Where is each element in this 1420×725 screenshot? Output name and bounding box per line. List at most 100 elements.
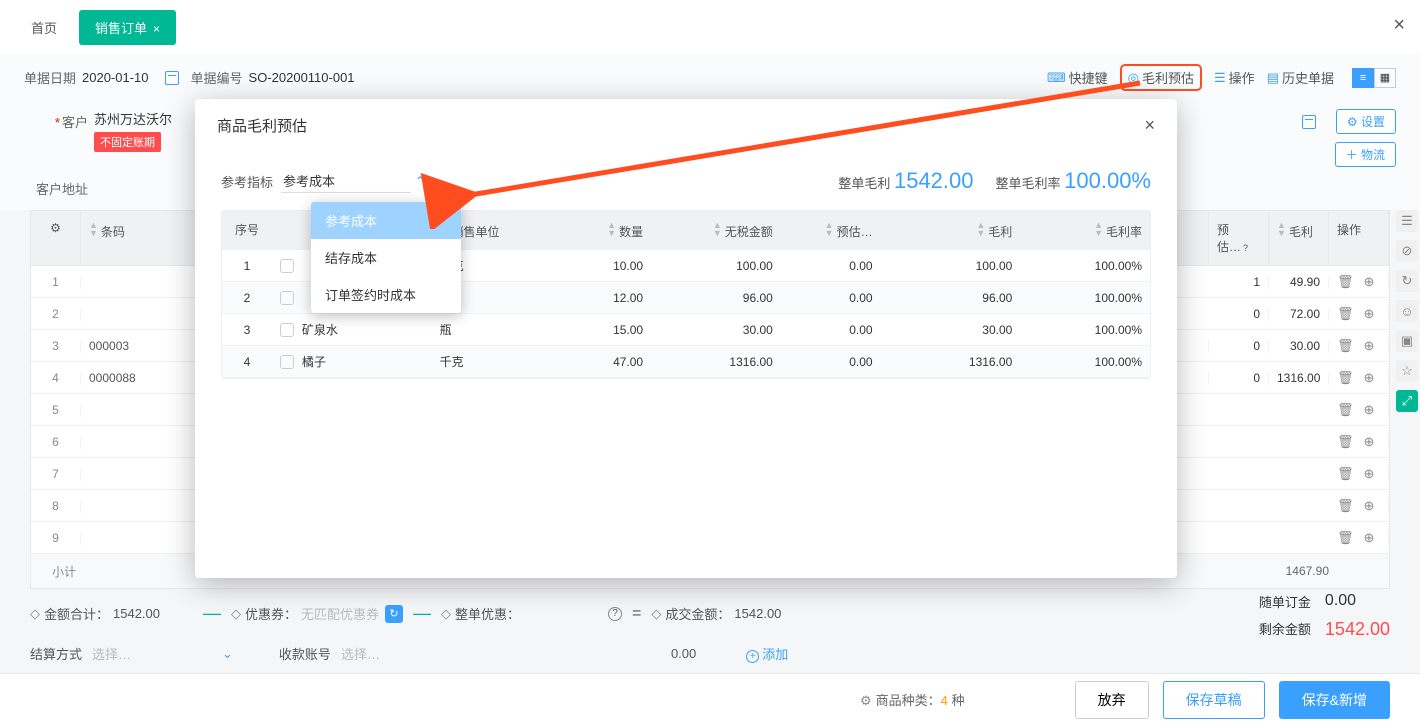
shortcut-link[interactable]: ⌨快捷键 (1047, 68, 1108, 87)
account-select[interactable]: 选择… (341, 644, 461, 663)
account-period-badge: 不固定账期 (94, 132, 161, 152)
side-tool-note-icon[interactable]: ☰ (1396, 210, 1418, 232)
refresh-icon[interactable]: ↻ (385, 605, 403, 623)
save-draft-button[interactable]: 保存草稿 (1163, 681, 1265, 719)
row-checkbox[interactable] (280, 291, 294, 305)
th-amount[interactable]: ▲▼无税金额 (651, 211, 781, 250)
side-tool-refresh-icon[interactable]: ↻ (1396, 270, 1418, 292)
deal-label: 成交金额： (665, 604, 730, 623)
copy-icon[interactable]: ⊕ (1364, 306, 1375, 322)
close-icon[interactable]: × (1144, 115, 1155, 136)
date-value[interactable]: 2020-01-10 (82, 70, 149, 85)
customer-label: *客户 (24, 109, 94, 131)
th-est[interactable]: ▲▼预估… (781, 211, 881, 250)
calendar-icon[interactable] (1302, 115, 1316, 129)
docno-value: SO-20200110-001 (249, 70, 355, 85)
close-icon[interactable]: × (1393, 14, 1405, 37)
ref-indicator-label: 参考指标 (221, 172, 273, 191)
settings-button[interactable]: ⚙ 设置 (1336, 109, 1396, 134)
coupon-label: 优惠券： (245, 604, 297, 623)
row-checkbox[interactable] (280, 323, 294, 337)
settle-method-select[interactable]: 选择… (92, 644, 212, 663)
total-rate-value: 100.00% (1064, 168, 1151, 193)
view-toggle[interactable]: ≡▦ (1352, 68, 1396, 88)
calendar-icon[interactable] (165, 71, 179, 85)
whole-disc-label: 整单优惠： (455, 604, 520, 623)
copy-icon[interactable]: ⊕ (1364, 402, 1375, 418)
profit-estimate-link[interactable]: ◎毛利预估 (1120, 64, 1202, 91)
account-label: 收款账号 (279, 644, 331, 663)
delete-icon[interactable]: 🗑 (1337, 434, 1354, 450)
logistics-button[interactable]: ＋ 物流 (1335, 142, 1396, 167)
dropdown-option[interactable]: 结存成本 (311, 239, 461, 276)
delete-icon[interactable]: 🗑 (1337, 370, 1354, 386)
side-tool-box-icon[interactable]: ▣ (1396, 330, 1418, 352)
total-value: 1542.00 (113, 606, 193, 621)
total-label: 金额合计： (44, 604, 109, 623)
side-tool-expand-icon[interactable]: ⤢ (1396, 390, 1418, 412)
th-profit[interactable]: ▲▼毛利 (1269, 211, 1329, 265)
side-tool-link-icon[interactable]: ⊘ (1396, 240, 1418, 262)
th-est[interactable]: 预估…? (1209, 211, 1269, 265)
th-gear[interactable]: ⚙ (31, 211, 81, 265)
top-tab-bar: 首页 销售订单 × × (0, 0, 1420, 54)
settle-amount[interactable]: 0.00 (671, 646, 696, 661)
th-gp[interactable]: ▲▼毛利 (881, 211, 1021, 250)
profit-row: 3 矿泉水 瓶 15.00 30.00 0.00 30.00 100.00% (222, 314, 1150, 346)
delete-icon[interactable]: 🗑 (1337, 306, 1354, 322)
side-tool-user-icon[interactable]: ☺ (1396, 300, 1418, 322)
equals-icon: = (632, 605, 641, 623)
customer-field[interactable]: 苏州万达沃尔 (94, 109, 172, 128)
delete-icon[interactable]: 🗑 (1337, 274, 1354, 290)
save-new-button[interactable]: 保存&新增 (1279, 681, 1390, 719)
coupon-field[interactable]: 无匹配优惠券 (301, 604, 381, 623)
docno-label: 单据编号 (191, 68, 243, 87)
th-ops: 操作 (1329, 211, 1389, 265)
delete-icon[interactable]: 🗑 (1337, 338, 1354, 354)
copy-icon[interactable]: ⊕ (1364, 530, 1375, 546)
copy-icon[interactable]: ⊕ (1364, 434, 1375, 450)
deposit-value: 0.00 (1325, 592, 1356, 611)
list-view-icon: ≡ (1352, 68, 1374, 88)
row-checkbox[interactable] (280, 259, 294, 273)
help-icon[interactable]: ? (608, 607, 622, 621)
discard-button[interactable]: 放弃 (1075, 681, 1149, 719)
ref-indicator-select[interactable] (281, 169, 411, 193)
copy-icon[interactable]: ⊕ (1364, 338, 1375, 354)
th-gpr[interactable]: ▲▼毛利率 (1020, 211, 1150, 250)
tab-sales-order[interactable]: 销售订单 × (79, 10, 176, 45)
add-settlement-link[interactable]: +添加 (746, 644, 788, 663)
total-gp-label: 整单毛利 (838, 176, 890, 191)
th-seq[interactable]: 序号 (222, 211, 272, 250)
history-link[interactable]: ▤历史单据 (1267, 68, 1334, 87)
modal-title: 商品毛利预估 (217, 115, 307, 136)
profit-row: 4 橘子 千克 47.00 1316.00 0.00 1316.00 100.0… (222, 346, 1150, 378)
deal-value: 1542.00 (734, 606, 814, 621)
copy-icon[interactable]: ⊕ (1364, 274, 1375, 290)
dropdown-option[interactable]: 参考成本 (311, 202, 461, 239)
copy-icon[interactable]: ⊕ (1364, 466, 1375, 482)
tab-home[interactable]: 首页 (15, 10, 73, 45)
chevron-down-icon[interactable]: ⌄ (222, 646, 233, 662)
minus-icon: — (413, 603, 431, 624)
copy-icon[interactable]: ⊕ (1364, 370, 1375, 386)
row-checkbox[interactable] (280, 355, 294, 369)
operate-link[interactable]: ☰操作 (1214, 68, 1255, 87)
close-icon[interactable]: × (153, 22, 160, 36)
copy-icon[interactable]: ⊕ (1364, 498, 1375, 514)
dropdown-option[interactable]: 订单签约时成本 (311, 276, 461, 313)
delete-icon[interactable]: 🗑 (1337, 402, 1354, 418)
summary-bar: ◇金额合计：1542.00 — ◇优惠券：无匹配优惠券↻ — ◇整单优惠：? =… (0, 589, 1420, 638)
side-tool-star-icon[interactable]: ☆ (1396, 360, 1418, 382)
total-rate-label: 整单毛利率 (996, 176, 1061, 191)
delete-icon[interactable]: 🗑 (1337, 530, 1354, 546)
delete-icon[interactable]: 🗑 (1337, 498, 1354, 514)
date-label: 单据日期 (24, 68, 76, 87)
tab-label: 销售订单 (95, 21, 147, 36)
profit-estimate-modal: 商品毛利预估 × 参考指标 ⌃ 整单毛利 1542.00 整单毛利率 100.0… (195, 99, 1177, 578)
chevron-up-icon[interactable]: ⌃ (415, 174, 425, 188)
total-gp-value: 1542.00 (894, 168, 974, 193)
ref-indicator-dropdown: 参考成本 结存成本 订单签约时成本 (311, 202, 461, 313)
th-qty[interactable]: ▲▼数量 (541, 211, 651, 250)
delete-icon[interactable]: 🗑 (1337, 466, 1354, 482)
